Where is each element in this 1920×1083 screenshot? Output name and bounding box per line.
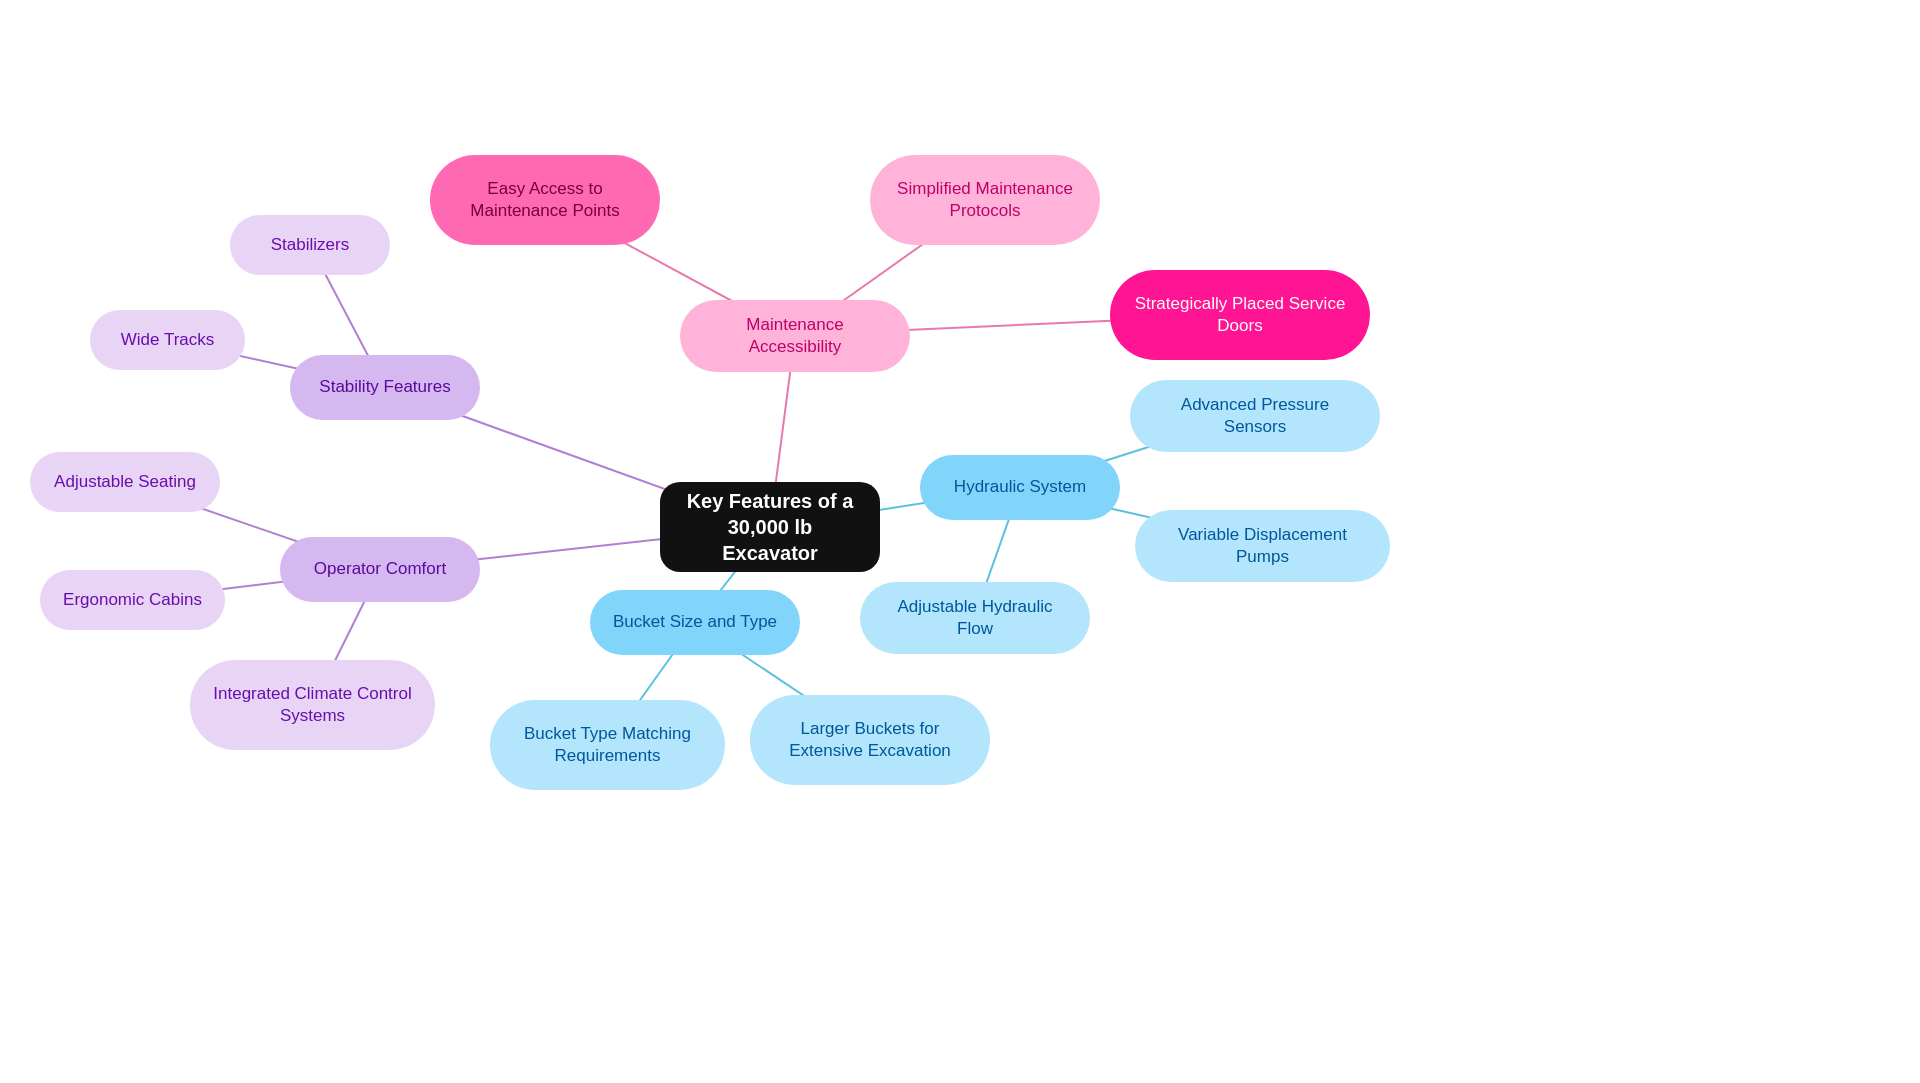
simplified-maintenance: Simplified Maintenance Protocols [870, 155, 1100, 245]
integrated-climate: Integrated Climate Control Systems [190, 660, 435, 750]
center-node: Key Features of a 30,000 lb Excavator [660, 482, 880, 572]
variable-displacement: Variable Displacement Pumps [1135, 510, 1390, 582]
bucket-type-matching: Bucket Type Matching Requirements [490, 700, 725, 790]
adjustable-hydraulic: Adjustable Hydraulic Flow [860, 582, 1090, 654]
advanced-pressure: Advanced Pressure Sensors [1130, 380, 1380, 452]
ergonomic-cabins: Ergonomic Cabins [40, 570, 225, 630]
strategically-placed: Strategically Placed Service Doors [1110, 270, 1370, 360]
wide-tracks: Wide Tracks [90, 310, 245, 370]
stabilizers: Stabilizers [230, 215, 390, 275]
larger-buckets: Larger Buckets for Extensive Excavation [750, 695, 990, 785]
stability-features: Stability Features [290, 355, 480, 420]
easy-access: Easy Access to Maintenance Points [430, 155, 660, 245]
bucket-size-type: Bucket Size and Type [590, 590, 800, 655]
operator-comfort: Operator Comfort [280, 537, 480, 602]
maintenance-accessibility: Maintenance Accessibility [680, 300, 910, 372]
adjustable-seating: Adjustable Seating [30, 452, 220, 512]
hydraulic-system: Hydraulic System [920, 455, 1120, 520]
